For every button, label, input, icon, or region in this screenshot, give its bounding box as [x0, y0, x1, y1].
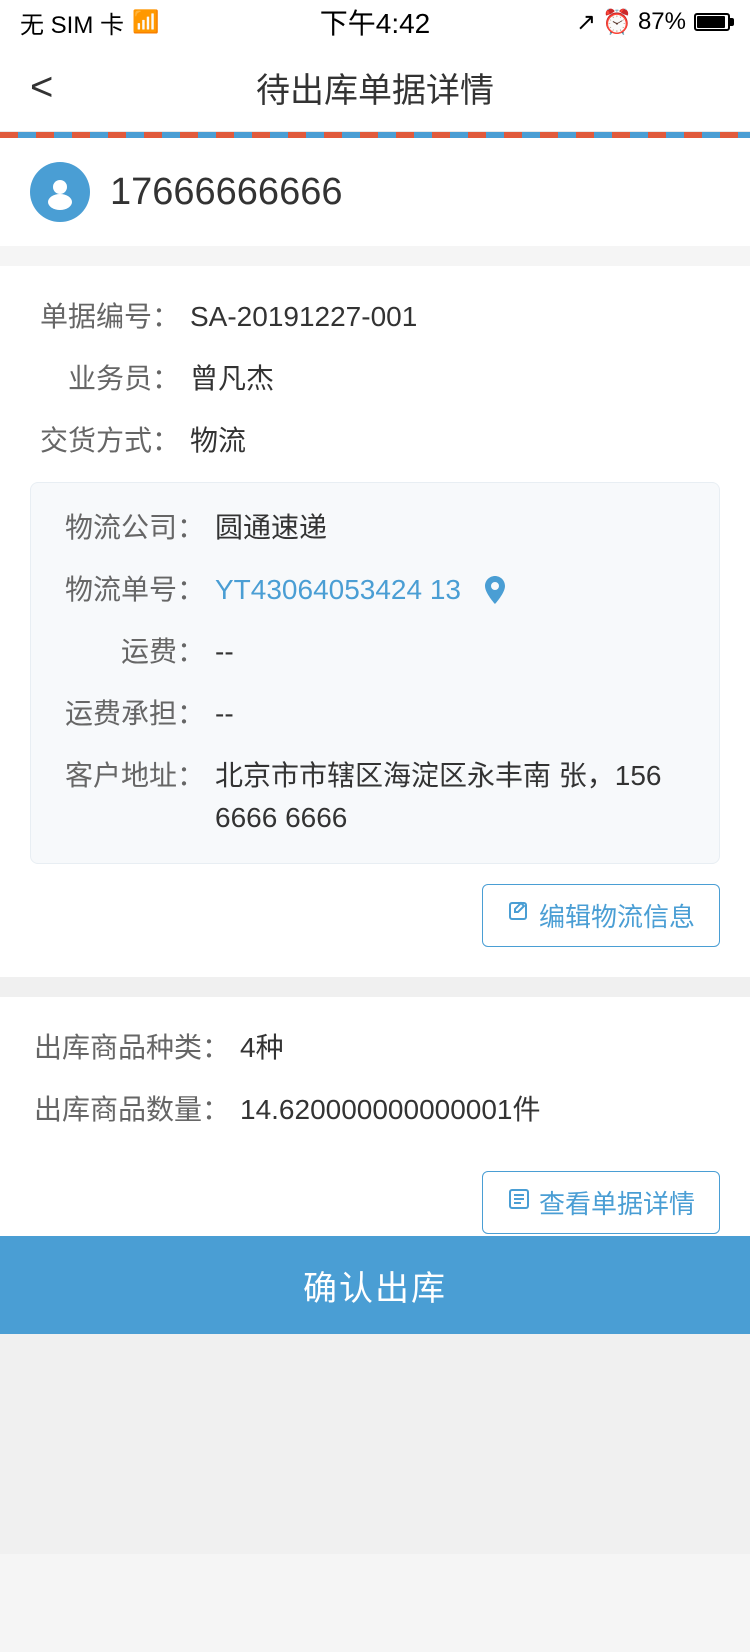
address-row: 客户地址： 北京市市辖区海淀区永丰南 张，156 6666 6666 [55, 755, 695, 839]
alarm-icon: ⏰ [602, 8, 632, 37]
goods-quantity-label: 出库商品数量： [30, 1089, 230, 1131]
view-detail-label: 查看单据详情 [539, 1184, 695, 1221]
status-bar: 无 SIM 卡 📶 下午4:42 ↗ ⏰ 87% [0, 0, 750, 44]
tracking-row: 物流单号： YT43064053424 13 [55, 569, 695, 611]
location-icon[interactable] [479, 574, 511, 606]
status-right: ↗ ⏰ 87% [576, 8, 730, 37]
delivery-value: 物流 [190, 420, 720, 462]
view-detail-icon [507, 1187, 531, 1218]
goods-types-value: 4种 [240, 1027, 720, 1069]
location-status-icon: ↗ [576, 8, 596, 37]
status-time: 下午4:42 [320, 2, 431, 42]
delivery-label: 交货方式： [30, 420, 180, 462]
edit-logistics-button[interactable]: 编辑物流信息 [482, 884, 720, 947]
logistics-company-label: 物流公司： [55, 507, 205, 549]
section-divider-1 [0, 977, 750, 997]
address-value: 北京市市辖区海淀区永丰南 张，156 6666 6666 [215, 755, 695, 839]
view-detail-btn-row: 查看单据详情 [30, 1151, 720, 1234]
document-no-label: 单据编号： [30, 296, 180, 338]
salesman-value: 曾凡杰 [190, 358, 720, 400]
freight-bearer-value: -- [215, 693, 695, 735]
battery-icon [694, 13, 730, 31]
carrier-label: 无 SIM 卡 [20, 5, 124, 40]
view-detail-button[interactable]: 查看单据详情 [482, 1171, 720, 1234]
freight-row: 运费： -- [55, 631, 695, 673]
goods-types-row: 出库商品种类： 4种 [30, 1027, 720, 1069]
goods-info-section: 出库商品种类： 4种 出库商品数量： 14.620000000000001件 查… [0, 997, 750, 1254]
freight-bearer-row: 运费承担： -- [55, 693, 695, 735]
confirm-button-label: 确认出库 [303, 1261, 447, 1310]
edit-logistics-btn-row: 编辑物流信息 [30, 864, 720, 947]
freight-bearer-label: 运费承担： [55, 693, 205, 735]
logistics-company-value: 圆通速递 [215, 507, 695, 549]
wifi-icon: 📶 [132, 9, 159, 35]
salesman-row: 业务员： 曾凡杰 [30, 358, 720, 400]
address-label: 客户地址： [55, 755, 205, 797]
goods-types-label: 出库商品种类： [30, 1027, 230, 1069]
avatar [30, 162, 90, 222]
confirm-button[interactable]: 确认出库 [0, 1236, 750, 1334]
back-button[interactable]: < [30, 55, 63, 120]
edit-logistics-icon [507, 900, 531, 931]
document-no-value: SA-20191227-001 [190, 296, 720, 338]
battery-percent: 87% [638, 8, 686, 36]
status-left: 无 SIM 卡 📶 [20, 5, 159, 40]
document-no-row: 单据编号： SA-20191227-001 [30, 296, 720, 338]
edit-logistics-label: 编辑物流信息 [539, 897, 695, 934]
tracking-value: YT43064053424 13 [215, 569, 695, 611]
nav-bar: < 待出库单据详情 [0, 44, 750, 132]
tracking-label: 物流单号： [55, 569, 205, 611]
bottom-spacer [0, 1554, 750, 1652]
logistics-box: 物流公司： 圆通速递 物流单号： YT43064053424 13 运费： --… [30, 482, 720, 864]
basic-info-section: 单据编号： SA-20191227-001 业务员： 曾凡杰 交货方式： 物流 … [0, 266, 750, 977]
delivery-row: 交货方式： 物流 [30, 420, 720, 462]
customer-phone: 17666666666 [110, 171, 342, 214]
goods-quantity-value: 14.620000000000001件 [240, 1089, 720, 1131]
salesman-label: 业务员： [30, 358, 180, 400]
goods-quantity-row: 出库商品数量： 14.620000000000001件 [30, 1089, 720, 1131]
freight-label: 运费： [55, 631, 205, 673]
customer-header: 17666666666 [0, 138, 750, 246]
logistics-company-row: 物流公司： 圆通速递 [55, 507, 695, 549]
page-title: 待出库单据详情 [256, 63, 494, 112]
freight-value: -- [215, 631, 695, 673]
